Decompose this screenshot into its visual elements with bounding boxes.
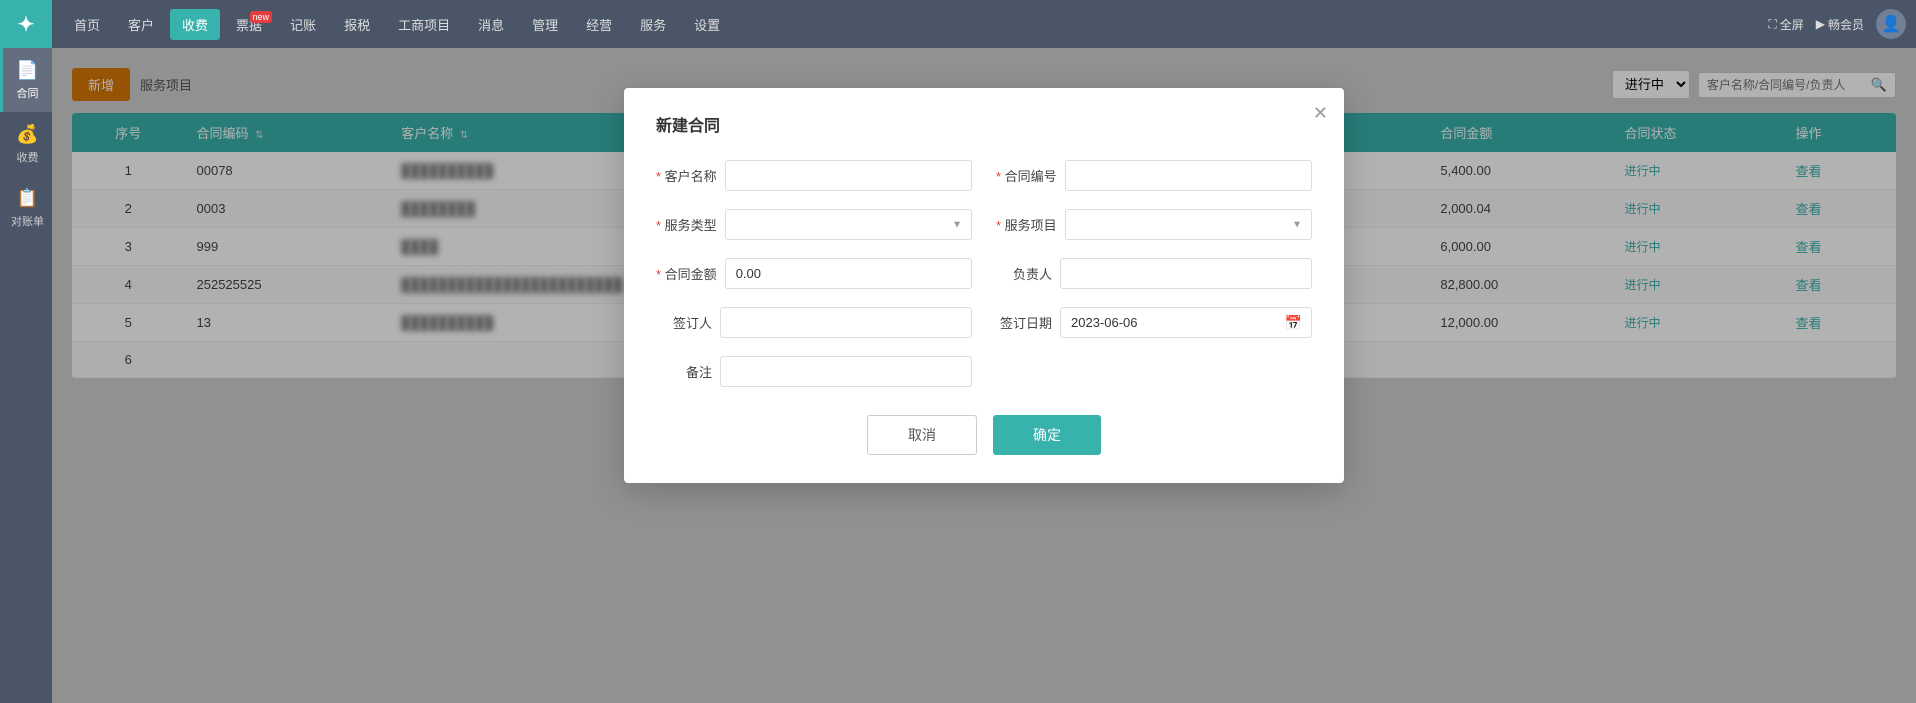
customer-name-label: 客户名称 xyxy=(656,166,717,185)
receivable-icon: 💰 xyxy=(16,124,38,145)
sidebar-item-label: 合同 xyxy=(17,85,39,101)
contract-amount-label: 合同金额 xyxy=(656,264,717,283)
service-item-select-wrapper xyxy=(1065,209,1312,240)
contract-amount-input[interactable] xyxy=(725,258,972,289)
main-area: 首页 客户 收费 票据 new 记账 报税 工商项目 消息 管理 经营 服务 设… xyxy=(52,0,1916,703)
sidebar-item-contract[interactable]: 📄 合同 xyxy=(0,48,52,112)
new-badge: new xyxy=(250,11,273,23)
sign-date-label: 签订日期 xyxy=(996,313,1052,332)
reconcile-icon: 📋 xyxy=(16,188,38,209)
form-row-5: 备注 xyxy=(656,356,1312,387)
nav-message[interactable]: 消息 xyxy=(466,9,516,40)
nav-home[interactable]: 首页 xyxy=(62,9,112,40)
play-icon: ▶ xyxy=(1816,17,1825,31)
fullscreen-button[interactable]: ⛶ 全屏 xyxy=(1768,16,1803,33)
nav-ticket[interactable]: 票据 new xyxy=(224,9,274,40)
sign-date-wrapper: 📅 xyxy=(1060,307,1312,338)
nav-ledger[interactable]: 记账 xyxy=(278,9,328,40)
field-signer: 签订人 xyxy=(656,307,972,338)
nav-manage[interactable]: 管理 xyxy=(520,9,570,40)
signer-input[interactable] xyxy=(720,307,972,338)
customer-name-input[interactable] xyxy=(725,160,972,191)
contract-no-label: 合同编号 xyxy=(996,166,1057,185)
service-item-label: 服务项目 xyxy=(996,215,1057,234)
fullscreen-icon: ⛶ xyxy=(1768,17,1776,32)
sidebar-item-label: 收费 xyxy=(17,149,39,165)
service-type-select[interactable] xyxy=(725,209,972,240)
field-contract-no: 合同编号 xyxy=(996,160,1312,191)
field-service-type: 服务类型 xyxy=(656,209,972,240)
topnav-right: ⛶ 全屏 ▶ 畅会员 👤 xyxy=(1768,9,1906,39)
service-item-select[interactable] xyxy=(1065,209,1312,240)
modal-title: 新建合同 xyxy=(656,112,1312,136)
remark-input[interactable] xyxy=(720,356,972,387)
modal-close-button[interactable]: ✕ xyxy=(1313,104,1328,122)
field-responsible-person: 负责人 xyxy=(996,258,1312,289)
service-type-label: 服务类型 xyxy=(656,215,717,234)
contract-no-input[interactable] xyxy=(1065,160,1312,191)
form-row-1: 客户名称 合同编号 xyxy=(656,160,1312,191)
new-contract-modal: ✕ 新建合同 客户名称 合同编号 服务类型 xyxy=(624,88,1344,483)
calendar-icon[interactable]: 📅 xyxy=(1285,314,1302,331)
service-type-select-wrapper xyxy=(725,209,972,240)
nav-tax[interactable]: 报税 xyxy=(332,9,382,40)
app-logo: ✦ xyxy=(0,0,52,48)
remark-label: 备注 xyxy=(656,362,712,381)
field-remark: 备注 xyxy=(656,356,972,387)
responsible-person-label: 负责人 xyxy=(996,264,1052,283)
user-avatar[interactable]: 👤 xyxy=(1876,9,1906,39)
field-sign-date: 签订日期 📅 xyxy=(996,307,1312,338)
nav-operation[interactable]: 经营 xyxy=(574,9,624,40)
nav-service[interactable]: 服务 xyxy=(628,9,678,40)
sidebar-item-label: 对账单 xyxy=(11,213,44,229)
sidebar-item-reconcile[interactable]: 📋 对账单 xyxy=(0,176,52,240)
nav-bizproject[interactable]: 工商项目 xyxy=(386,9,462,40)
modal-footer: 取消 确定 xyxy=(656,415,1312,455)
field-contract-amount: 合同金额 xyxy=(656,258,972,289)
form-row-3: 合同金额 负责人 xyxy=(656,258,1312,289)
contract-icon: 📄 xyxy=(16,60,38,81)
modal-overlay: ✕ 新建合同 客户名称 合同编号 服务类型 xyxy=(52,48,1916,703)
sidebar-item-receivable[interactable]: 💰 收费 xyxy=(0,112,52,176)
form-row-2: 服务类型 服务项目 xyxy=(656,209,1312,240)
nav-settings[interactable]: 设置 xyxy=(682,9,732,40)
confirm-button[interactable]: 确定 xyxy=(993,415,1101,455)
field-customer-name: 客户名称 xyxy=(656,160,972,191)
responsible-person-input[interactable] xyxy=(1060,258,1312,289)
content-area: 新增 服务项目 进行中 已完成 全部 🔍 序 xyxy=(52,48,1916,703)
nav-customer[interactable]: 客户 xyxy=(116,9,166,40)
signer-label: 签订人 xyxy=(656,313,712,332)
cancel-button[interactable]: 取消 xyxy=(867,415,977,455)
top-navigation: 首页 客户 收费 票据 new 记账 报税 工商项目 消息 管理 经营 服务 设… xyxy=(52,0,1916,48)
form-row-4: 签订人 签订日期 📅 xyxy=(656,307,1312,338)
sidebar: ✦ 📄 合同 💰 收费 📋 对账单 xyxy=(0,0,52,703)
field-service-item: 服务项目 xyxy=(996,209,1312,240)
sign-date-input[interactable] xyxy=(1060,307,1312,338)
member-button[interactable]: ▶ 畅会员 xyxy=(1816,16,1864,33)
nav-invoice[interactable]: 收费 xyxy=(170,9,220,40)
